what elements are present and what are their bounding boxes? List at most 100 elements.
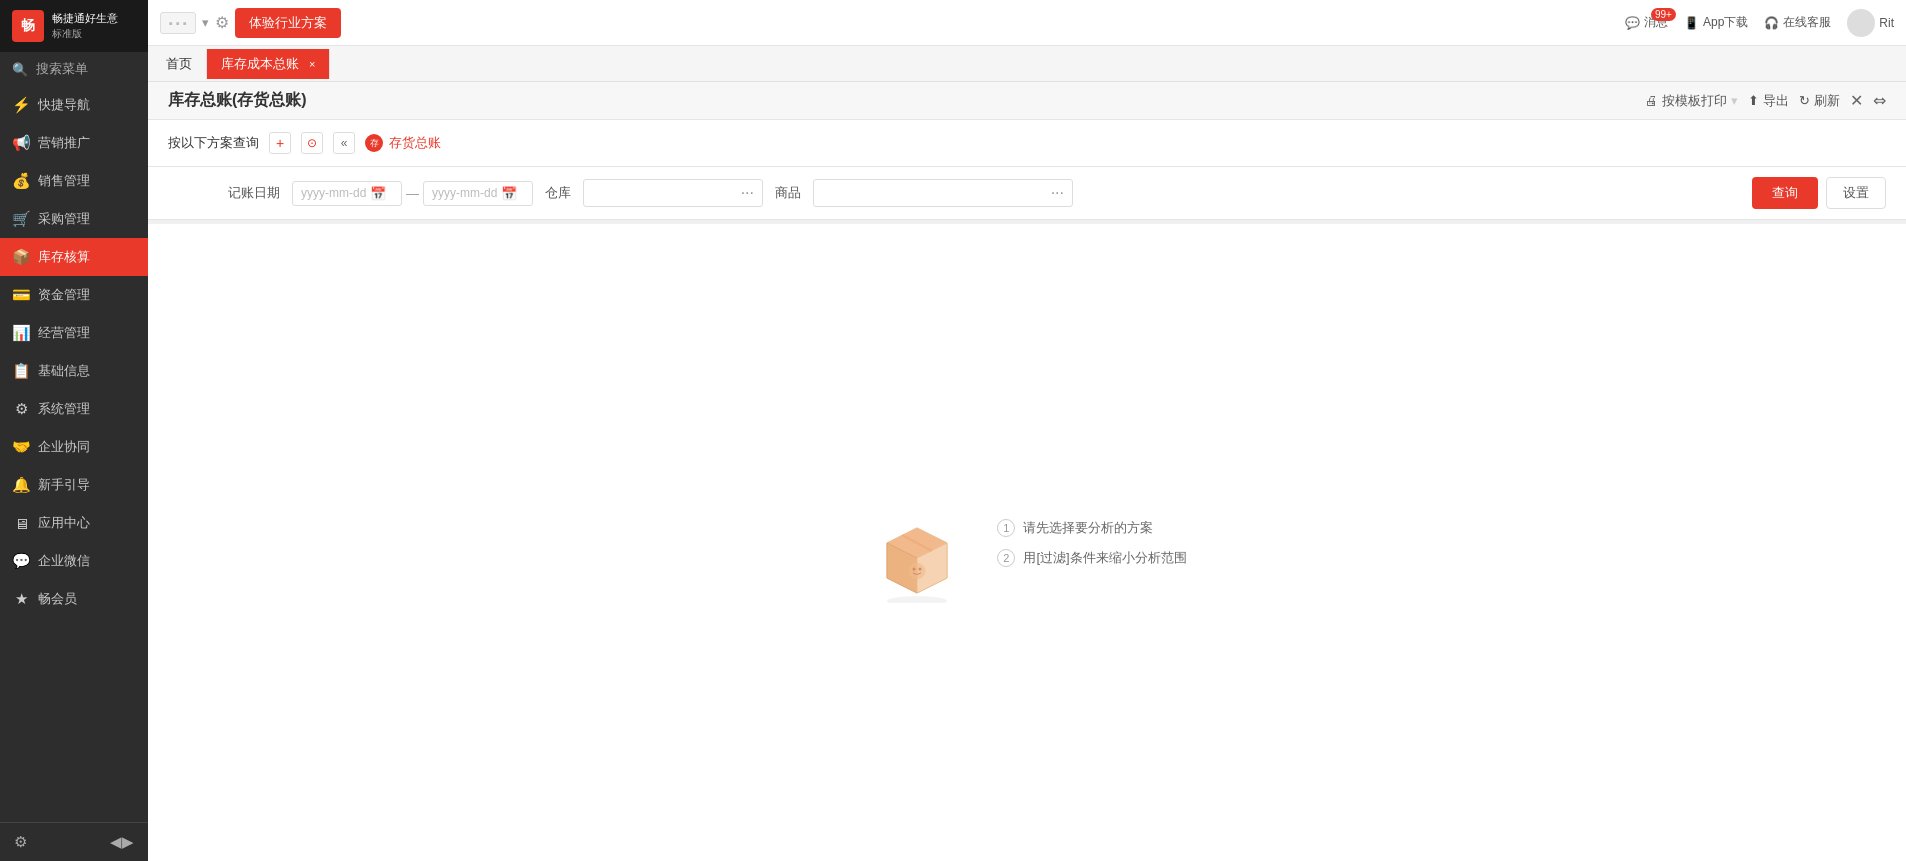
svg-point-8	[887, 596, 947, 603]
svg-point-6	[913, 567, 916, 570]
sidebar-bottom: ⚙ ◀▶	[0, 822, 148, 861]
topbar: ▪ ▪ ▪ ▾ ⚙ 体验行业方案 💬 消息 99+ 📱 App下载 🎧 在线客服	[148, 0, 1906, 46]
printer-icon: 🖨	[1645, 93, 1658, 108]
refresh-button[interactable]: ↻ 刷新	[1799, 92, 1840, 110]
date-separator: —	[406, 186, 419, 201]
expand-button[interactable]: ⇔	[1873, 91, 1886, 110]
user-avatar-area[interactable]: Rit	[1847, 9, 1894, 37]
warehouse-input[interactable]: ···	[583, 179, 763, 207]
topbar-nav: ▪ ▪ ▪ ▾ ⚙ 体验行业方案	[160, 8, 1617, 38]
goods-field-label: 商品	[775, 184, 801, 202]
tab-close-icon[interactable]: ×	[309, 58, 315, 70]
svg-point-5	[909, 563, 925, 579]
app-download-button[interactable]: 📱 App下载	[1684, 14, 1748, 31]
vip-icon: ★	[12, 590, 30, 608]
page-header: 库存总账(存货总账) 🖨 按模板打印 ▾ ⬆ 导出 ↻ 刷新	[148, 82, 1906, 120]
empty-state: 1 请先选择要分析的方案 2 用[过滤]条件来缩小分析范围	[148, 224, 1906, 861]
sidebar-item-operation[interactable]: 📊 经营管理	[0, 314, 148, 352]
sidebar-search-item[interactable]: 🔍 搜索菜单	[0, 52, 148, 86]
empty-content: 1 请先选择要分析的方案 2 用[过滤]条件来缩小分析范围	[867, 493, 1186, 593]
tip-num-2: 2	[997, 549, 1015, 567]
close-panel-button[interactable]: ✕	[1850, 91, 1863, 110]
sidebar-item-inventory[interactable]: 📦 库存核算	[0, 238, 148, 276]
newbie-icon: 🔔	[12, 476, 30, 494]
app-logo-text: 畅捷通好生意 标准版	[52, 11, 118, 40]
marketing-icon: 📢	[12, 134, 30, 152]
basic-icon: 📋	[12, 362, 30, 380]
main-content: 库存总账(存货总账) 🖨 按模板打印 ▾ ⬆ 导出 ↻ 刷新	[148, 82, 1906, 861]
main-area: ▪ ▪ ▪ ▾ ⚙ 体验行业方案 💬 消息 99+ 📱 App下载 🎧 在线客服	[148, 0, 1906, 861]
sidebar-item-wechat[interactable]: 💬 企业微信	[0, 542, 148, 580]
filter-row: 记账日期 yyyy-mm-dd 📅 — yyyy-mm-dd 📅 仓库 ···	[148, 167, 1906, 220]
calendar-to-icon[interactable]: 📅	[501, 186, 517, 201]
print-dropdown-icon[interactable]: ▾	[1731, 93, 1738, 108]
tip-num-1: 1	[997, 519, 1015, 537]
empty-tip-2: 2 用[过滤]条件来缩小分析范围	[997, 549, 1186, 567]
sidebar-scroll: 🔍 搜索菜单 ⚡ 快捷导航 📢 营销推广 💰 销售管理 🛒 采购管理 📦 库存核…	[0, 52, 148, 822]
message-icon: 💬	[1625, 16, 1640, 30]
filter-scheme[interactable]: 存 存货总账	[365, 134, 441, 152]
headset-icon: 🎧	[1764, 16, 1779, 30]
empty-tip-1: 1 请先选择要分析的方案	[997, 519, 1186, 537]
sidebar-item-finance[interactable]: 💳 资金管理	[0, 276, 148, 314]
warehouse-more-icon[interactable]: ···	[741, 184, 754, 202]
sidebar: 畅 畅捷通好生意 标准版 🔍 搜索菜单 ⚡ 快捷导航 📢 营销推广 💰 销售管理…	[0, 0, 148, 861]
date-field-label: 记账日期	[228, 184, 280, 202]
page-header-actions: 🖨 按模板打印 ▾ ⬆ 导出 ↻ 刷新 ✕ ⇔	[1645, 91, 1886, 110]
refresh-icon: ↻	[1799, 93, 1810, 108]
settings-button[interactable]: 设置	[1826, 177, 1886, 209]
sidebar-item-appstore[interactable]: 🖥 应用中心	[0, 504, 148, 542]
online-service-button[interactable]: 🎧 在线客服	[1764, 14, 1831, 31]
filter-bar: 按以下方案查询 + ⊙ « 存 存货总账	[148, 120, 1906, 167]
filter-label: 按以下方案查询	[168, 134, 259, 152]
empty-tips: 1 请先选择要分析的方案 2 用[过滤]条件来缩小分析范围	[997, 519, 1186, 567]
print-button[interactable]: 🖨 按模板打印 ▾	[1645, 92, 1738, 110]
trial-button[interactable]: 体验行业方案	[235, 8, 341, 38]
app-logo-icon: 畅	[12, 10, 44, 42]
filter-clear-button[interactable]: ⊙	[301, 132, 323, 154]
scheme-icon: 存	[365, 134, 383, 152]
sidebar-item-purchase[interactable]: 🛒 采购管理	[0, 200, 148, 238]
filter-add-button[interactable]: +	[269, 132, 291, 154]
inventory-icon: 📦	[12, 248, 30, 266]
appstore-icon: 🖥	[12, 515, 30, 532]
sidebar-item-enterprise[interactable]: 🤝 企业协同	[0, 428, 148, 466]
query-button[interactable]: 查询	[1752, 177, 1818, 209]
page-title: 库存总账(存货总账)	[168, 90, 307, 111]
breadcrumb: ▪ ▪ ▪	[160, 12, 196, 34]
calendar-from-icon[interactable]: 📅	[370, 186, 386, 201]
messages-button[interactable]: 💬 消息 99+	[1625, 14, 1668, 31]
avatar	[1847, 9, 1875, 37]
sidebar-item-basic[interactable]: 📋 基础信息	[0, 352, 148, 390]
tab-inventory-ledger[interactable]: 库存成本总账 ×	[207, 49, 330, 79]
sidebar-item-quick-nav[interactable]: ⚡ 快捷导航	[0, 86, 148, 124]
date-from-input[interactable]: yyyy-mm-dd 📅	[292, 181, 402, 206]
tab-home[interactable]: 首页	[152, 49, 207, 79]
purchase-icon: 🛒	[12, 210, 30, 228]
topbar-settings-icon[interactable]: ⚙	[215, 13, 229, 32]
export-button[interactable]: ⬆ 导出	[1748, 92, 1789, 110]
filter-collapse-button[interactable]: «	[333, 132, 355, 154]
warehouse-field-label: 仓库	[545, 184, 571, 202]
goods-more-icon[interactable]: ···	[1051, 184, 1064, 202]
breadcrumb-dropdown-icon[interactable]: ▾	[202, 15, 209, 30]
sidebar-item-marketing[interactable]: 📢 营销推广	[0, 124, 148, 162]
sidebar-item-newbie[interactable]: 🔔 新手引导	[0, 466, 148, 504]
wechat-icon: 💬	[12, 552, 30, 570]
sidebar-item-sales[interactable]: 💰 销售管理	[0, 162, 148, 200]
operation-icon: 📊	[12, 324, 30, 342]
settings-bottom-icon[interactable]: ⚙	[14, 833, 27, 851]
export-icon: ⬆	[1748, 93, 1759, 108]
message-badge: 99+	[1651, 8, 1676, 21]
toggle-sidebar-icon[interactable]: ◀▶	[110, 833, 134, 851]
empty-illustration	[867, 493, 967, 593]
content-wrapper: 库存总账(存货总账) 🖨 按模板打印 ▾ ⬆ 导出 ↻ 刷新	[148, 82, 1906, 861]
search-icon: 🔍	[12, 62, 28, 77]
sidebar-item-vip[interactable]: ★ 畅会员	[0, 580, 148, 618]
date-input-group: yyyy-mm-dd 📅 — yyyy-mm-dd 📅	[292, 181, 533, 206]
sidebar-item-system[interactable]: ⚙ 系统管理	[0, 390, 148, 428]
enterprise-icon: 🤝	[12, 438, 30, 456]
date-to-input[interactable]: yyyy-mm-dd 📅	[423, 181, 533, 206]
goods-input[interactable]: ···	[813, 179, 1073, 207]
filter-actions: 查询 设置	[1752, 177, 1886, 209]
